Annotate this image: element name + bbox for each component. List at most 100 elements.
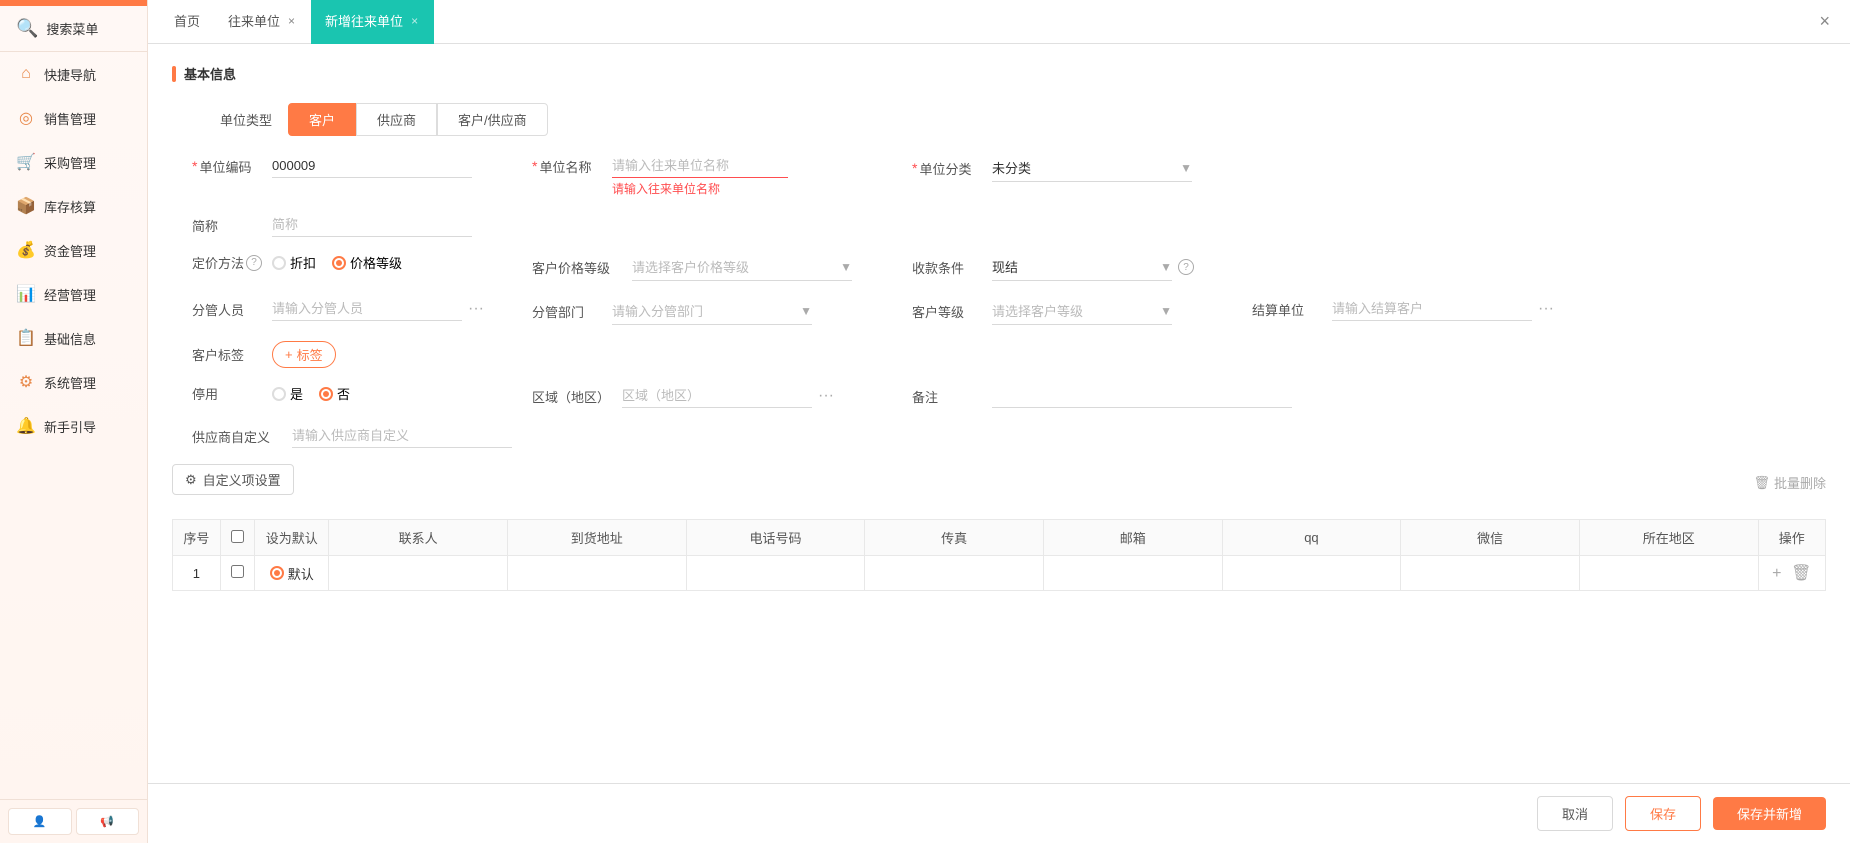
type-btn-both[interactable]: 客户/供应商 bbox=[437, 103, 548, 136]
row-default: 默认 bbox=[255, 556, 329, 591]
radio-no[interactable]: 否 bbox=[319, 384, 350, 403]
tab-partners[interactable]: 往来单位 × bbox=[214, 0, 311, 44]
tab-new-partner[interactable]: 新增往来单位 × bbox=[311, 0, 434, 44]
finance-icon: 💰 bbox=[16, 240, 36, 260]
sidebar-item-basic-info[interactable]: 📋 基础信息 bbox=[0, 316, 147, 360]
payment-terms-select[interactable]: 现结 ▼ bbox=[992, 253, 1172, 281]
location-input[interactable] bbox=[1590, 567, 1748, 581]
sidebar-item-operations[interactable]: 📊 经营管理 bbox=[0, 272, 147, 316]
row-address[interactable] bbox=[507, 556, 686, 591]
settlement-unit-input[interactable] bbox=[1332, 297, 1532, 321]
select-all-checkbox[interactable] bbox=[231, 530, 244, 543]
add-tag-button[interactable]: + 标签 bbox=[272, 341, 336, 368]
wechat-input[interactable] bbox=[1411, 567, 1569, 581]
sidebar-item-label: 系统管理 bbox=[44, 373, 96, 392]
field-customer-price-level: 客户价格等级 请选择客户价格等级 ▼ bbox=[532, 253, 912, 281]
user-btn[interactable]: 👤 bbox=[8, 808, 72, 835]
manager-more-btn[interactable]: ··· bbox=[468, 300, 484, 318]
inventory-icon: 📦 bbox=[16, 196, 36, 216]
sidebar-item-finance[interactable]: 💰 资金管理 bbox=[0, 228, 147, 272]
phone-input[interactable] bbox=[697, 567, 855, 581]
custom-settings-button[interactable]: ⚙ 自定义项设置 bbox=[172, 464, 294, 495]
remark-input[interactable] bbox=[992, 384, 1292, 408]
sidebar-item-label: 库存核算 bbox=[44, 197, 96, 216]
row-check[interactable] bbox=[231, 565, 244, 578]
email-input[interactable] bbox=[1054, 567, 1212, 581]
save-new-button[interactable]: 保存并新增 bbox=[1713, 797, 1826, 830]
supplier-custom-input[interactable] bbox=[292, 424, 512, 448]
radio-yes[interactable]: 是 bbox=[272, 384, 303, 403]
quick-nav-icon: ⌂ bbox=[16, 64, 36, 84]
row-email[interactable] bbox=[1043, 556, 1222, 591]
department-select[interactable]: 请输入分管部门 ▼ bbox=[612, 297, 812, 325]
settlement-unit-more-btn[interactable]: ··· bbox=[1538, 300, 1554, 318]
sidebar-item-label: 销售管理 bbox=[44, 109, 96, 128]
custom-settings-label: 自定义项设置 bbox=[203, 470, 281, 489]
row-fax[interactable] bbox=[865, 556, 1044, 591]
row-phone[interactable] bbox=[686, 556, 865, 591]
sidebar-item-sales[interactable]: ◎ 销售管理 bbox=[0, 96, 147, 140]
col-address: 到货地址 bbox=[507, 520, 686, 556]
radio-price-level[interactable]: 价格等级 bbox=[332, 253, 402, 272]
region-more-btn[interactable]: ··· bbox=[818, 387, 834, 405]
disabled-label: 停用 bbox=[192, 384, 262, 403]
manager-input[interactable] bbox=[272, 297, 462, 321]
cancel-button[interactable]: 取消 bbox=[1537, 796, 1613, 831]
sidebar-search[interactable]: 🔍 搜索菜单 bbox=[0, 6, 147, 52]
radio-discount[interactable]: 折扣 bbox=[272, 253, 316, 272]
field-disabled: 停用 是 否 bbox=[192, 384, 532, 403]
radio-price-level-label: 价格等级 bbox=[350, 253, 402, 272]
type-btn-customer[interactable]: 客户 bbox=[288, 103, 356, 136]
tab-new-partner-close[interactable]: × bbox=[409, 14, 420, 28]
unit-type-row: 单位类型 客户 供应商 客户/供应商 bbox=[172, 103, 1826, 136]
save-button[interactable]: 保存 bbox=[1625, 796, 1701, 831]
sidebar-search-label: 搜索菜单 bbox=[46, 19, 98, 38]
form-area: 基本信息 单位类型 客户 供应商 客户/供应商 * 单位编码 * bbox=[148, 44, 1850, 783]
type-btn-supplier[interactable]: 供应商 bbox=[356, 103, 437, 136]
row-default-radio[interactable]: 默认 bbox=[265, 564, 318, 583]
col-email: 邮箱 bbox=[1043, 520, 1222, 556]
main-close-btn[interactable]: × bbox=[1811, 11, 1838, 32]
fax-input[interactable] bbox=[875, 567, 1033, 581]
batch-delete-btn[interactable]: 🗑 批量删除 bbox=[1753, 473, 1826, 492]
customer-price-level-select[interactable]: 请选择客户价格等级 ▼ bbox=[632, 253, 852, 281]
region-input[interactable] bbox=[622, 384, 812, 408]
unit-code-input[interactable] bbox=[272, 154, 472, 178]
radio-discount-circle bbox=[272, 256, 286, 270]
row-location[interactable] bbox=[1579, 556, 1758, 591]
payment-terms-help-icon[interactable]: ? bbox=[1178, 259, 1194, 275]
row-checkbox[interactable] bbox=[220, 556, 255, 591]
sidebar-item-quick-nav[interactable]: ⌂ 快捷导航 bbox=[0, 52, 147, 96]
batch-delete-label: 批量删除 bbox=[1774, 473, 1826, 492]
tab-partners-close[interactable]: × bbox=[286, 14, 297, 28]
row-contact[interactable] bbox=[329, 556, 508, 591]
contact-input[interactable] bbox=[339, 567, 497, 581]
sidebar-item-inventory[interactable]: 📦 库存核算 bbox=[0, 184, 147, 228]
customer-level-select[interactable]: 请选择客户等级 ▼ bbox=[992, 297, 1172, 325]
sidebar-item-purchase[interactable]: 🛒 采购管理 bbox=[0, 140, 147, 184]
row-wechat[interactable] bbox=[1401, 556, 1580, 591]
qq-input[interactable] bbox=[1233, 567, 1391, 581]
row-qq[interactable] bbox=[1222, 556, 1401, 591]
radio-price-level-circle bbox=[332, 256, 346, 270]
add-tag-label: 标签 bbox=[297, 345, 323, 364]
unit-type-label: 单位类型 bbox=[192, 110, 272, 129]
field-settlement-unit: 结算单位 ··· bbox=[1252, 297, 1826, 321]
short-name-input[interactable] bbox=[272, 213, 472, 237]
unit-name-input[interactable] bbox=[612, 154, 788, 178]
address-input[interactable] bbox=[518, 567, 676, 581]
notify-btn[interactable]: 📢 bbox=[76, 808, 140, 835]
row-add-btn[interactable]: + bbox=[1769, 565, 1784, 582]
customer-level-placeholder: 请选择客户等级 bbox=[992, 301, 1083, 320]
sidebar-item-system[interactable]: ⚙ 系统管理 bbox=[0, 360, 147, 404]
unit-category-select[interactable]: 未分类 ▼ bbox=[992, 154, 1192, 182]
sidebar-item-guide[interactable]: 🔔 新手引导 bbox=[0, 404, 147, 448]
pricing-method-label: 定价方法 ? bbox=[192, 253, 262, 272]
row-delete-btn[interactable]: 🗑 bbox=[1788, 565, 1814, 582]
tab-home[interactable]: 首页 bbox=[160, 0, 214, 44]
row-unit-code-name-category: * 单位编码 * 单位名称 请输入往来单位名称 * 单位分类 bbox=[172, 154, 1826, 197]
field-department: 分管部门 请输入分管部门 ▼ bbox=[532, 297, 912, 325]
pricing-help-icon[interactable]: ? bbox=[246, 255, 262, 271]
payment-terms-value: 现结 bbox=[992, 257, 1018, 276]
col-phone: 电话号码 bbox=[686, 520, 865, 556]
